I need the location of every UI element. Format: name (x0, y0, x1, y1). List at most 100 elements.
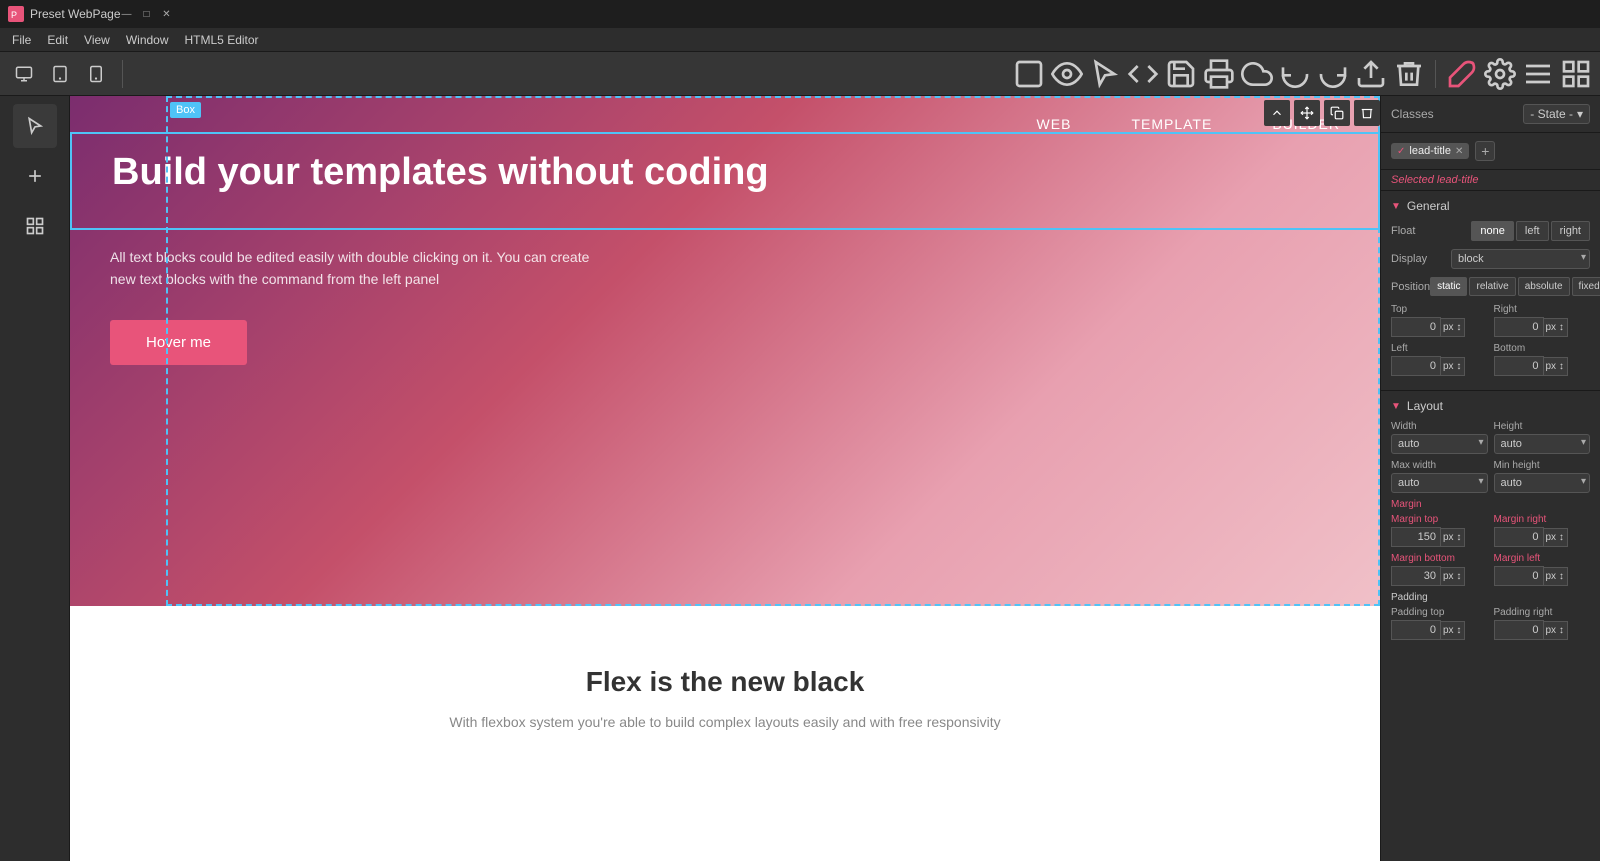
height-select-wrapper: auto100% (1494, 434, 1591, 454)
state-dropdown-label: - State - (1530, 107, 1573, 121)
right-input-group: px ↕ (1494, 317, 1591, 337)
position-absolute-button[interactable]: absolute (1518, 277, 1570, 296)
code-button[interactable] (1127, 58, 1159, 90)
padding-right-unit[interactable]: px ↕ (1544, 621, 1568, 640)
undo-icon (1279, 58, 1311, 90)
plus-icon (25, 166, 45, 186)
margin-left-unit[interactable]: px ↕ (1544, 567, 1568, 586)
bottom-unit-select[interactable]: px ↕ (1544, 357, 1568, 376)
preview-button[interactable] (1013, 58, 1045, 90)
general-label: General (1407, 199, 1450, 213)
menu-file[interactable]: File (4, 31, 39, 49)
arrow-icon: ▼ (1391, 201, 1401, 212)
right-unit-select[interactable]: px ↕ (1544, 318, 1568, 337)
add-class-button[interactable]: + (1475, 141, 1495, 161)
margin-right-label: Margin right (1494, 514, 1591, 525)
hero-title[interactable]: Build your templates without coding (112, 150, 1338, 196)
menu-edit[interactable]: Edit (39, 31, 76, 49)
margin-top-unit[interactable]: px ↕ (1441, 528, 1465, 547)
maximize-button[interactable]: □ (141, 8, 153, 20)
window-controls: — □ ✕ (121, 8, 173, 20)
state-dropdown[interactable]: - State - ▾ (1523, 104, 1590, 124)
padding-top-input[interactable] (1391, 620, 1441, 640)
selected-text-element[interactable]: Build your templates without coding (70, 132, 1380, 230)
undo-button[interactable] (1279, 58, 1311, 90)
eye-button[interactable] (1051, 58, 1083, 90)
mobile-view-button[interactable] (80, 58, 112, 90)
margin-top-input[interactable] (1391, 527, 1441, 547)
remove-class-button[interactable]: ✕ (1455, 146, 1463, 157)
margin-bottom-input[interactable] (1391, 566, 1441, 586)
menu-icon (1522, 58, 1554, 90)
general-section-header[interactable]: ▼ General (1381, 190, 1600, 221)
cloud-button[interactable] (1241, 58, 1273, 90)
top-input[interactable] (1391, 317, 1441, 337)
margin-left-input[interactable] (1494, 566, 1544, 586)
components-button[interactable] (13, 204, 57, 248)
menu-html5editor[interactable]: HTML5 Editor (177, 31, 267, 49)
print-button[interactable] (1203, 58, 1235, 90)
move-button[interactable] (1294, 100, 1320, 126)
hero-nav: WEB TEMPLATE BUILDER (70, 96, 1380, 132)
float-right-button[interactable]: right (1551, 221, 1590, 241)
hero-cta-button[interactable]: Hover me (110, 320, 247, 365)
upload-icon (1355, 58, 1387, 90)
position-static-button[interactable]: static (1430, 277, 1467, 296)
padding-top-field: Padding top px ↕ (1391, 607, 1488, 640)
trash-button[interactable] (1393, 58, 1425, 90)
cursor-button[interactable] (1089, 58, 1121, 90)
right-input[interactable] (1494, 317, 1544, 337)
move-up-button[interactable] (1264, 100, 1290, 126)
hero-section[interactable]: Box WEB TEMPLATE BUILDER (70, 96, 1380, 606)
desktop-view-button[interactable] (8, 58, 40, 90)
bottom-input[interactable] (1494, 356, 1544, 376)
hero-description[interactable]: All text blocks could be edited easily w… (110, 246, 610, 291)
layout-section-header[interactable]: ▼ Layout (1381, 390, 1600, 421)
width-select[interactable]: auto100% (1391, 434, 1488, 454)
select-tool-button[interactable] (13, 104, 57, 148)
nav-template[interactable]: TEMPLATE (1131, 116, 1212, 132)
margin-right-unit[interactable]: px ↕ (1544, 528, 1568, 547)
maxwidth-select[interactable]: auto (1391, 473, 1488, 493)
copy-button[interactable] (1324, 100, 1350, 126)
class-chip-lead-title[interactable]: ✓ lead-title ✕ (1391, 143, 1469, 159)
move-icon (1300, 106, 1314, 120)
float-none-button[interactable]: none (1471, 221, 1513, 241)
nav-web[interactable]: WEB (1037, 116, 1072, 132)
left-panel (0, 96, 70, 861)
toolbar-separator-2 (1435, 60, 1436, 88)
menu-window[interactable]: Window (118, 31, 177, 49)
components-icon (25, 216, 45, 236)
margin-top-right-row: Margin top px ↕ Margin right px ↕ (1391, 514, 1590, 547)
settings-button[interactable] (1484, 58, 1516, 90)
menubar: File Edit View Window HTML5 Editor (0, 28, 1600, 52)
margin-bottom-unit[interactable]: px ↕ (1441, 567, 1465, 586)
redo-button[interactable] (1317, 58, 1349, 90)
padding-right-input[interactable] (1494, 620, 1544, 640)
save-button[interactable] (1165, 58, 1197, 90)
top-unit-select[interactable]: px ↕ (1441, 318, 1465, 337)
add-block-button[interactable] (13, 154, 57, 198)
width-select-wrapper: auto100% (1391, 434, 1488, 454)
margin-right-input[interactable] (1494, 527, 1544, 547)
display-select[interactable]: block inline flex none (1451, 249, 1590, 269)
padding-top-unit[interactable]: px ↕ (1441, 621, 1465, 640)
minheight-select[interactable]: auto (1494, 473, 1591, 493)
canvas-area[interactable]: Box WEB TEMPLATE BUILDER (70, 96, 1380, 861)
tablet-view-button[interactable] (44, 58, 76, 90)
delete-element-button[interactable] (1354, 100, 1380, 126)
height-select[interactable]: auto100% (1494, 434, 1591, 454)
float-left-button[interactable]: left (1516, 221, 1549, 241)
close-button[interactable]: ✕ (161, 8, 173, 20)
left-unit-select[interactable]: px ↕ (1441, 357, 1465, 376)
left-input[interactable] (1391, 356, 1441, 376)
hamburger-button[interactable] (1522, 58, 1554, 90)
grid-button[interactable] (1560, 58, 1592, 90)
minimize-button[interactable]: — (121, 8, 133, 20)
flex-section-title: Flex is the new black (110, 666, 1340, 698)
paint-button[interactable] (1446, 58, 1478, 90)
position-relative-button[interactable]: relative (1469, 277, 1515, 296)
position-fixed-button[interactable]: fixed (1572, 277, 1600, 296)
upload-button[interactable] (1355, 58, 1387, 90)
menu-view[interactable]: View (76, 31, 118, 49)
